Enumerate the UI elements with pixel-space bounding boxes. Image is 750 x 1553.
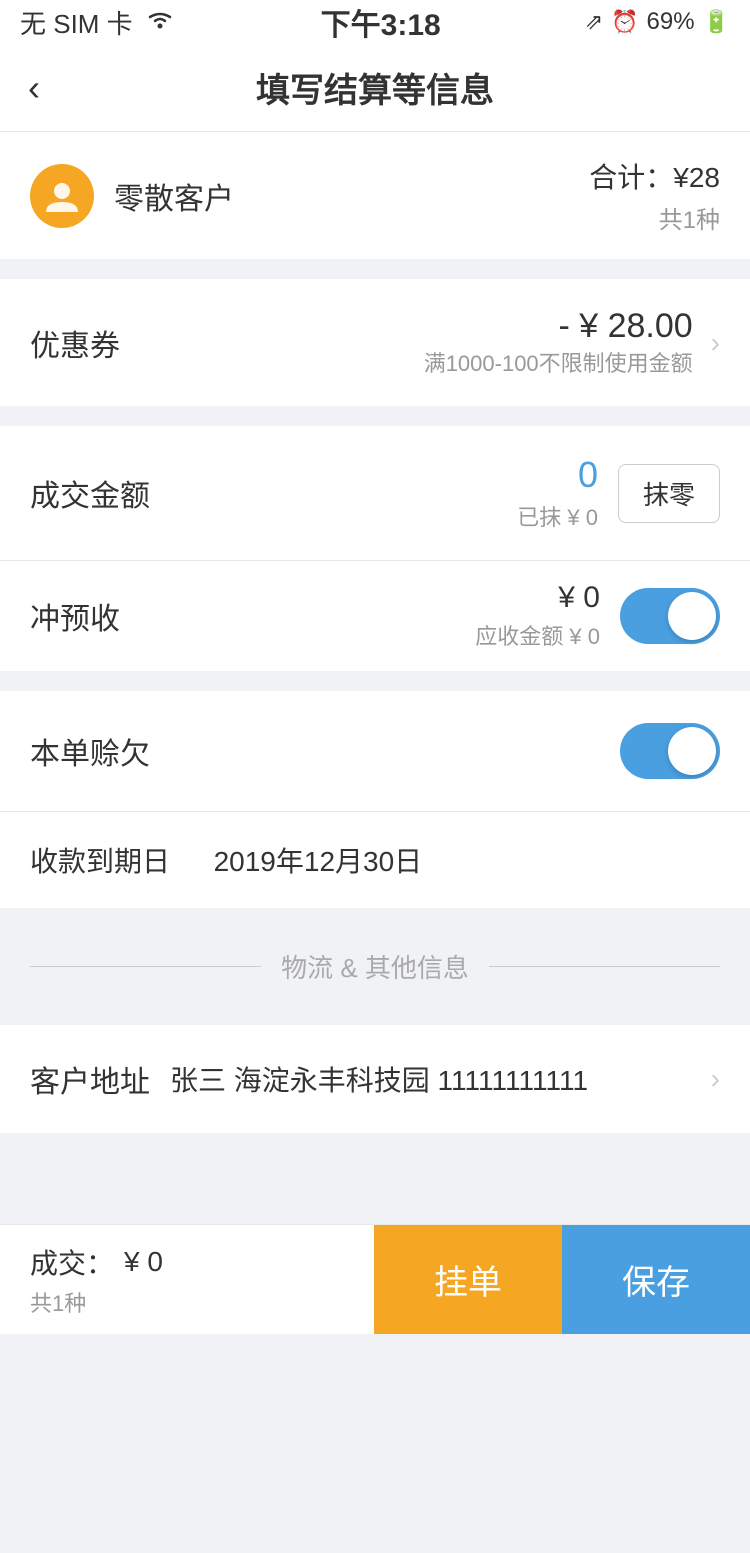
status-time: 下午3:18	[321, 0, 441, 44]
amount-value: 0	[517, 454, 598, 496]
address-right: ›	[703, 1063, 720, 1095]
content: 零散客户 合计：¥28 共1种 优惠券 - ¥ 28.00 满1000-100不…	[0, 132, 750, 1553]
due-date-label: 收款到期日	[30, 846, 170, 877]
divider-left-line	[30, 966, 261, 967]
page-title: 填写结算等信息	[256, 63, 494, 112]
alarm-icon: ⏰	[611, 9, 638, 35]
prepay-toggle[interactable]	[620, 588, 720, 644]
address-value: 张三 海淀永丰科技园 11111111111	[170, 1059, 703, 1099]
toggle-thumb	[668, 592, 716, 640]
customer-avatar	[30, 164, 94, 228]
grey-spacer-3	[0, 671, 750, 691]
customer-left: 零散客户	[30, 164, 234, 228]
bottom-deal-value: ¥ 0	[124, 1246, 163, 1278]
bottom-deal: 成交： ¥ 0	[30, 1242, 344, 1282]
grey-spacer-5	[0, 1005, 750, 1025]
due-date-spacer	[178, 846, 206, 877]
coupon-hint: 满1000-100不限制使用金额	[424, 346, 693, 378]
coupon-section[interactable]: 优惠券 - ¥ 28.00 满1000-100不限制使用金额 ›	[0, 279, 750, 406]
bottom-deal-label: 成交：	[30, 1242, 114, 1282]
debt-toggle[interactable]	[620, 723, 720, 779]
prepay-values: ¥ 0 应收金额 ¥ 0	[475, 581, 600, 651]
amount-value-wrap: 0 已抹 ¥ 0	[517, 454, 598, 532]
grey-spacer-4	[0, 908, 750, 928]
logistics-divider: 物流 & 其他信息	[0, 928, 750, 1005]
coupon-right: - ¥ 28.00 满1000-100不限制使用金额 ›	[424, 307, 720, 378]
customer-section: 零散客户 合计：¥28 共1种	[0, 132, 750, 259]
bottom-summary: 成交： ¥ 0 共1种	[0, 1242, 374, 1318]
bottom-actions: 挂单 保存	[374, 1225, 750, 1334]
save-button[interactable]: 保存	[562, 1225, 750, 1334]
amount-row: 成交金额 0 已抹 ¥ 0 抹零	[30, 426, 720, 560]
grey-spacer-1	[0, 259, 750, 279]
debt-toggle-thumb	[668, 727, 716, 775]
round-zero-button[interactable]: 抹零	[618, 464, 720, 523]
bottom-bar: 成交： ¥ 0 共1种 挂单 保存	[0, 1224, 750, 1334]
coupon-label: 优惠券	[30, 321, 120, 365]
wifi-icon	[143, 7, 177, 38]
customer-name: 零散客户	[114, 174, 234, 218]
due-date-text: 收款到期日 2019年12月30日	[30, 846, 422, 877]
battery-icon: 🔋	[703, 9, 730, 35]
logistics-label: 物流 & 其他信息	[281, 948, 469, 985]
battery-text: 69%	[647, 8, 695, 36]
prepay-amount: ¥ 0	[475, 581, 600, 615]
status-right: ⇗ ⏰ 69% 🔋	[585, 8, 730, 36]
divider-right-line	[489, 966, 720, 967]
address-label: 客户地址	[30, 1057, 150, 1101]
customer-total: 合计：¥28	[589, 156, 720, 196]
sim-text: 无 SIM 卡	[20, 4, 133, 41]
location-icon: ⇗	[585, 9, 603, 35]
customer-count: 共1种	[589, 200, 720, 235]
coupon-discount: - ¥ 28.00	[424, 307, 693, 346]
status-bar: 无 SIM 卡 下午3:18 ⇗ ⏰ 69% 🔋	[0, 0, 750, 44]
prepay-label: 冲预收	[30, 594, 120, 638]
address-row[interactable]: 客户地址 张三 海淀永丰科技园 11111111111 ›	[0, 1025, 750, 1133]
logistics-divider-inner: 物流 & 其他信息	[0, 948, 750, 985]
coupon-chevron-icon: ›	[711, 327, 720, 359]
debt-section: 本单赊欠	[0, 691, 750, 811]
customer-summary: 合计：¥28 共1种	[589, 156, 720, 235]
address-chevron-icon: ›	[711, 1063, 720, 1095]
prepay-row: 冲预收 ¥ 0 应收金额 ¥ 0	[0, 560, 750, 671]
amount-label: 成交金额	[30, 471, 150, 515]
debt-label: 本单赊欠	[30, 729, 150, 773]
amount-section: 成交金额 0 已抹 ¥ 0 抹零	[0, 426, 750, 560]
coupon-info: - ¥ 28.00 满1000-100不限制使用金额	[424, 307, 693, 378]
amount-sub: 已抹 ¥ 0	[517, 500, 598, 532]
hang-order-button[interactable]: 挂单	[374, 1225, 562, 1334]
prepay-sub: 应收金额 ¥ 0	[475, 619, 600, 651]
due-date-value: 2019年12月30日	[214, 846, 423, 877]
grey-spacer-2	[0, 406, 750, 426]
amount-right: 0 已抹 ¥ 0 抹零	[517, 454, 720, 532]
status-left: 无 SIM 卡	[20, 4, 177, 41]
nav-bar: ‹ 填写结算等信息	[0, 44, 750, 132]
prepay-right: ¥ 0 应收金额 ¥ 0	[475, 581, 720, 651]
due-date-row: 收款到期日 2019年12月30日	[0, 811, 750, 908]
customer-row: 零散客户 合计：¥28 共1种	[0, 132, 750, 259]
bottom-count: 共1种	[30, 1286, 344, 1318]
coupon-row[interactable]: 优惠券 - ¥ 28.00 满1000-100不限制使用金额 ›	[0, 279, 750, 406]
back-button[interactable]: ‹	[28, 67, 40, 109]
